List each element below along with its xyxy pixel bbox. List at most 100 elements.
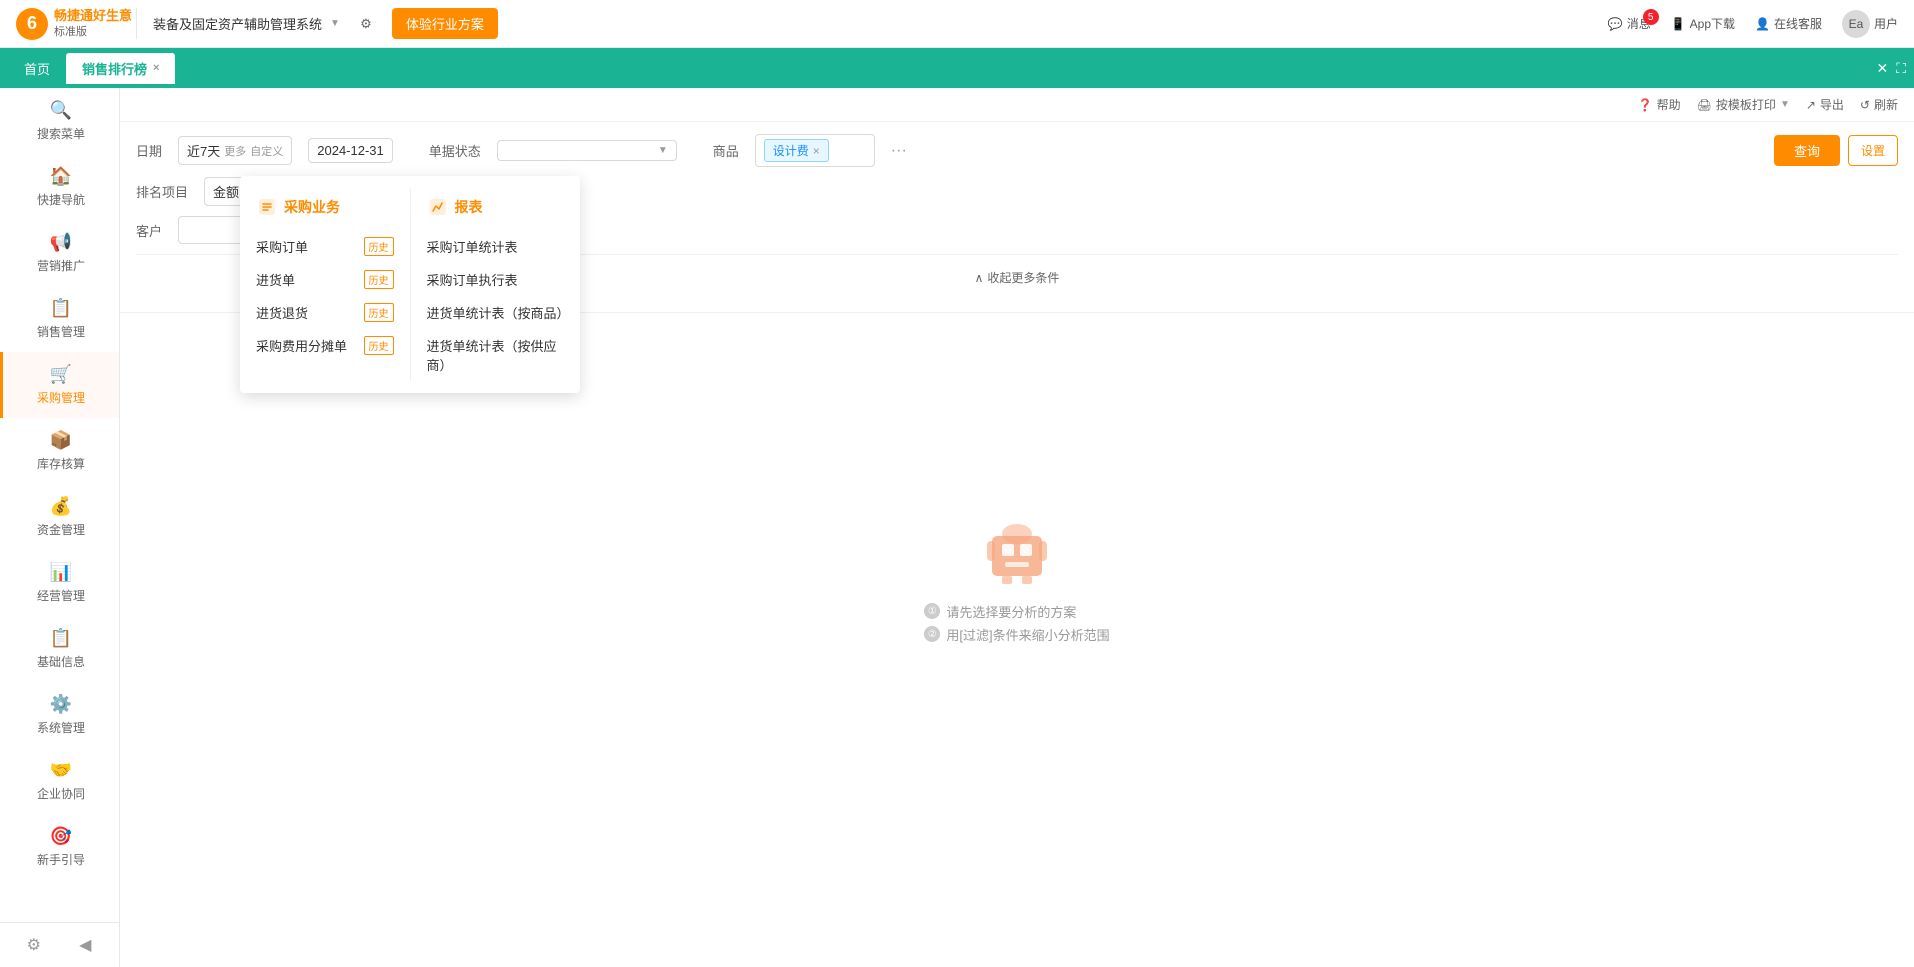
tab-close-button[interactable]: × [153, 62, 159, 74]
goods-tag: 设计费 × [764, 139, 829, 162]
sidebar-item-system[interactable]: ⚙️ 系统管理 [0, 682, 119, 748]
sidebar-item-finance[interactable]: 💰 资金管理 [0, 484, 119, 550]
purchase-title-icon [256, 196, 278, 218]
tab-fullscreen-button[interactable]: ⛶ [1896, 60, 1906, 77]
online-service-button[interactable]: 👤 在线客服 [1755, 15, 1822, 32]
help-button[interactable]: ❓ 帮助 [1638, 96, 1681, 113]
date-filter-quick[interactable]: 近7天 更多 自定义 [178, 136, 292, 165]
help-icon: ❓ [1638, 98, 1653, 112]
topbar: 6 畅捷通好生意 标准版 装备及固定资产辅助管理系统 ▼ ⚙ 体验行业方案 💬 … [0, 0, 1914, 48]
refresh-button[interactable]: ↺ 刷新 [1860, 96, 1898, 113]
sidebar-collapse-button[interactable]: ◀ [64, 935, 108, 955]
operations-icon: 📊 [50, 562, 72, 583]
date-filter-value[interactable]: 2024-12-31 [308, 138, 393, 163]
empty-hint-1: ① 请先选择要分析的方案 [924, 602, 1109, 621]
empty-text: ① 请先选择要分析的方案 ② 用[过滤]条件来缩小分析范围 [924, 598, 1109, 648]
print-dropdown-arrow[interactable]: ▼ [1780, 99, 1790, 110]
logo-text: 畅捷通好生意 标准版 [54, 8, 132, 39]
report-title-icon [427, 196, 449, 218]
message-badge: 5 [1643, 9, 1659, 25]
message-button[interactable]: 💬 5 消息 [1608, 15, 1651, 32]
print-button[interactable]: 🖨 按模板打印 ▼ [1697, 96, 1790, 113]
sidebar-item-search[interactable]: 🔍 搜索菜单 [0, 88, 119, 154]
system-gear-button[interactable]: ⚙ [352, 10, 380, 38]
export-icon: ↗ [1806, 98, 1816, 112]
set-button[interactable]: 设置 [1848, 135, 1898, 166]
goods-more-button[interactable]: ··· [891, 142, 907, 160]
logo-icon: 6 [16, 8, 48, 40]
collapse-icon: ∧ [975, 271, 984, 285]
dropdown-item-goods-return[interactable]: 进货退货 历史 [256, 296, 394, 329]
dropdown-col-report-title: 报表 [427, 188, 565, 230]
dropdown-item-receipt-stats-supplier[interactable]: 进货单统计表（按供应商） [427, 329, 565, 381]
avatar: Ea [1842, 10, 1870, 38]
dropdown-col-report: 报表 采购订单统计表 采购订单执行表 进货单统计表（按商品） 进货单统计表（按供… [411, 188, 581, 381]
goods-label: 商品 [713, 141, 739, 160]
marketing-icon: 📢 [50, 232, 72, 253]
finance-icon: 💰 [50, 496, 72, 517]
system-icon: ⚙️ [50, 694, 72, 715]
sidebar-item-marketing[interactable]: 📢 营销推广 [0, 220, 119, 286]
sidebar-item-cooperation[interactable]: 🤝 企业协同 [0, 748, 119, 814]
history-badge-1: 历史 [364, 270, 394, 289]
content-area: ❓ 帮助 🖨 按模板打印 ▼ ↗ 导出 ↺ 刷新 [120, 88, 1914, 967]
cooperation-icon: 🤝 [50, 760, 72, 781]
dropdown-item-po-exec[interactable]: 采购订单执行表 [427, 263, 565, 296]
user-menu-button[interactable]: Ea 用户 [1842, 10, 1898, 38]
history-badge-0: 历史 [364, 237, 394, 256]
filter-row-1: 日期 近7天 更多 自定义 2024-12-31 单据状态 ▼ 商品 [136, 134, 1898, 167]
empty-hint-2: ② 用[过滤]条件来缩小分析范围 [924, 625, 1109, 644]
voucher-status-label: 单据状态 [429, 141, 481, 160]
step-1-num: ① [924, 603, 940, 619]
goods-tag-remove[interactable]: × [813, 144, 820, 158]
query-button[interactable]: 查询 [1774, 135, 1840, 166]
voucher-status-arrow: ▼ [658, 145, 668, 156]
voucher-status-select[interactable]: ▼ [497, 140, 677, 161]
rank-label: 排名项目 [136, 182, 188, 201]
dropdown-col-purchase-title: 采购业务 [256, 188, 394, 230]
logo-area: 6 畅捷通好生意 标准版 [16, 8, 136, 40]
tab-home[interactable]: 首页 [8, 53, 66, 84]
dropdown-col-purchase: 采购业务 采购订单 历史 进货单 历史 进货退货 历史 [240, 188, 411, 381]
basic-icon: 📋 [50, 628, 72, 649]
phone-icon: 📱 [1671, 17, 1686, 31]
topbar-right: 💬 5 消息 📱 App下载 👤 在线客服 Ea 用户 [1608, 10, 1898, 38]
sidebar-item-basic[interactable]: 📋 基础信息 [0, 616, 119, 682]
history-badge-3: 历史 [364, 336, 394, 355]
date-label: 日期 [136, 141, 162, 160]
app-download-button[interactable]: 📱 App下载 [1671, 15, 1735, 32]
tab-bar: 首页 销售排行榜 × ✕ ⛶ [0, 48, 1914, 88]
sidebar-settings-button[interactable]: ⚙ [12, 935, 56, 955]
sidebar-item-sales[interactable]: 📋 销售管理 [0, 286, 119, 352]
toolbar: ❓ 帮助 🖨 按模板打印 ▼ ↗ 导出 ↺ 刷新 [120, 88, 1914, 122]
print-icon: 🖨 [1697, 98, 1712, 112]
dropdown-item-receipt-stats-goods[interactable]: 进货单统计表（按商品） [427, 296, 565, 329]
sidebar-item-inventory[interactable]: 📦 库存核算 [0, 418, 119, 484]
dropdown-item-purchase-order[interactable]: 采购订单 历史 [256, 230, 394, 263]
goods-select[interactable]: 设计费 × [755, 134, 875, 167]
dropdown-item-goods-receipt[interactable]: 进货单 历史 [256, 263, 394, 296]
refresh-icon: ↺ [1860, 98, 1870, 112]
system-area: 装备及固定资产辅助管理系统 ▼ ⚙ 体验行业方案 [136, 8, 1608, 39]
main-layout: 🔍 搜索菜单 🏠 快捷导航 📢 营销推广 📋 销售管理 🛒 采购管理 📦 库存核… [0, 88, 1914, 967]
dropdown-item-po-stats[interactable]: 采购订单统计表 [427, 230, 565, 263]
industry-button[interactable]: 体验行业方案 [392, 8, 498, 39]
tab-close-all-button[interactable]: ✕ [1876, 60, 1888, 77]
search-icon: 🔍 [50, 100, 72, 121]
export-button[interactable]: ↗ 导出 [1806, 96, 1844, 113]
tab-sales-ranking[interactable]: 销售排行榜 × [66, 53, 175, 84]
tab-expand-area: ✕ ⛶ [1876, 60, 1906, 77]
inventory-icon: 📦 [50, 430, 72, 451]
sidebar-item-purchase[interactable]: 🛒 采购管理 [0, 352, 119, 418]
sidebar-item-guide[interactable]: 🎯 新手引导 [0, 814, 119, 880]
sidebar-item-quicknav[interactable]: 🏠 快捷导航 [0, 154, 119, 220]
sidebar-item-operations[interactable]: 📊 经营管理 [0, 550, 119, 616]
customer-label: 客户 [136, 221, 162, 240]
purchase-icon: 🛒 [50, 364, 72, 385]
dropdown-columns: 采购业务 采购订单 历史 进货单 历史 进货退货 历史 [240, 188, 580, 381]
dropdown-item-purchase-expense[interactable]: 采购费用分摊单 历史 [256, 329, 394, 362]
collapse-button[interactable]: ∧ 收起更多条件 [975, 261, 1060, 294]
sidebar: 🔍 搜索菜单 🏠 快捷导航 📢 营销推广 📋 销售管理 🛒 采购管理 📦 库存核… [0, 88, 120, 967]
sidebar-bottom: ⚙ ◀ [0, 922, 119, 967]
system-dropdown-arrow[interactable]: ▼ [330, 18, 340, 29]
